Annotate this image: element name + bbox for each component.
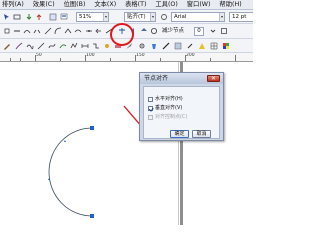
select-tool-icon[interactable] — [3, 13, 11, 21]
font-name-value: Arial — [174, 14, 187, 20]
color-palette-icon[interactable] — [222, 42, 230, 50]
snap-to-value: 贴齐(T) — [127, 14, 146, 20]
curve-smoothness-field[interactable]: 0 — [194, 27, 204, 36]
convert-to-line-icon[interactable] — [44, 27, 52, 35]
shape-tool-icon[interactable] — [13, 13, 21, 21]
menu-text[interactable]: 文本(X) — [92, 0, 118, 9]
ruler-tick — [135, 55, 136, 61]
select-all-nodes-icon[interactable] — [220, 27, 228, 35]
font-list-combo[interactable]: Arial — [171, 12, 225, 22]
menu-bitmaps[interactable]: 位图(B) — [62, 0, 88, 9]
align-horizontal-label: 水平对齐(H) — [155, 96, 183, 102]
reduce-nodes-label: 减少节点 — [162, 28, 185, 34]
add-node-icon[interactable] — [3, 27, 11, 35]
menu-table[interactable]: 表格(T) — [123, 0, 148, 9]
zoom-level-combo[interactable]: 51% — [76, 12, 109, 22]
elastic-mode-icon[interactable] — [150, 27, 158, 35]
align-control-points-checkbox — [148, 115, 153, 120]
application-launcher-icon[interactable] — [49, 13, 57, 21]
delete-node-icon[interactable] — [13, 27, 21, 35]
dialog-title: 节点对齐 — [144, 75, 169, 82]
convert-to-curve-icon[interactable] — [54, 27, 62, 35]
ruler-tick — [20, 58, 21, 61]
cusp-node-icon[interactable] — [64, 27, 72, 35]
connector-icon[interactable] — [92, 42, 100, 50]
annotation-highlight-circle — [110, 23, 134, 46]
ruler-tick — [235, 55, 236, 61]
menu-effects[interactable]: 效果(C) — [31, 0, 57, 9]
dialog-body: 水平对齐(H) 垂直对齐(V) 对齐控制点(C) 确定 取消 — [143, 86, 220, 139]
outline-pen-icon[interactable] — [162, 42, 170, 50]
join-nodes-icon[interactable] — [23, 27, 31, 35]
font-size-combo[interactable]: 12 pt — [229, 12, 253, 22]
ruler-tick — [160, 58, 161, 61]
align-nodes-dialog: 节点对齐 ✕ 水平对齐(H) 垂直对齐(V) 对齐控制点(C) 确定 取消 — [139, 72, 224, 141]
pen-icon[interactable] — [3, 42, 11, 50]
ruler-label: 100 — [86, 53, 95, 58]
close-icon[interactable]: ✕ — [207, 75, 220, 82]
ruler-tick — [35, 55, 36, 61]
reverse-direction-icon[interactable] — [95, 27, 103, 35]
menu-bar: 排列(A) 效果(C) 位图(B) 文本(X) 表格(T) 工具(O) 窗口(W… — [0, 0, 253, 10]
import-icon[interactable] — [25, 13, 33, 21]
chevron-down-icon[interactable] — [219, 13, 224, 21]
options-icon[interactable] — [160, 13, 168, 21]
menu-arrange[interactable]: 排列(A) — [0, 0, 26, 9]
smart-drawing-icon[interactable] — [103, 42, 111, 50]
ruler-label: 150 — [136, 53, 145, 58]
transparency-icon[interactable] — [174, 42, 182, 50]
ruler-tick — [60, 58, 61, 61]
ruler-label: 50 — [36, 53, 42, 58]
reflect-vertical-icon[interactable] — [140, 27, 148, 35]
bezier-icon[interactable] — [48, 42, 56, 50]
ruler-tick — [10, 58, 11, 61]
curve-node-bottom[interactable] — [90, 214, 94, 218]
horizontal-ruler: 50 100 150 200 — [0, 53, 253, 62]
ruler-label: 200 — [186, 53, 195, 58]
align-vertical-label: 垂直对齐(V) — [155, 105, 183, 111]
ruler-tick — [110, 58, 111, 61]
menu-help[interactable]: 帮助(H) — [217, 0, 243, 9]
fill-icon[interactable] — [150, 42, 158, 50]
settings-gear-icon[interactable] — [138, 42, 146, 50]
ruler-tick — [210, 58, 211, 61]
break-curve-icon[interactable] — [33, 27, 41, 35]
brush-icon[interactable] — [15, 42, 23, 50]
interactive-fill-icon[interactable] — [198, 42, 206, 50]
align-vertical-checkbox[interactable] — [148, 106, 153, 111]
curve-node-top[interactable] — [90, 126, 94, 130]
welcome-screen-icon[interactable] — [60, 13, 68, 21]
align-horizontal-checkbox[interactable] — [148, 97, 153, 102]
dialog-title-bar[interactable]: 节点对齐 ✕ — [140, 73, 223, 84]
polyline-icon[interactable] — [70, 42, 78, 50]
menu-window[interactable]: 窗口(W) — [185, 0, 213, 9]
chevron-down-icon[interactable] — [103, 13, 108, 21]
eyedropper-icon[interactable] — [186, 42, 194, 50]
selected-arc-curve[interactable] — [48, 127, 93, 217]
snap-to-combo[interactable]: 贴齐(T) — [124, 12, 156, 22]
dimension-icon[interactable] — [81, 42, 89, 50]
cancel-button[interactable]: 取消 — [192, 130, 211, 138]
menu-tools[interactable]: 工具(O) — [153, 0, 179, 9]
align-control-points-label: 对齐控制点(C) — [155, 114, 188, 120]
direction-arrow-upper — [64, 140, 66, 142]
zoom-level-value: 51% — [79, 14, 92, 20]
ruler-tick — [185, 55, 186, 61]
symmetrical-node-icon[interactable] — [85, 27, 93, 35]
standard-toolbar: 51% 贴齐(T) Arial 12 pt — [0, 10, 253, 24]
ok-button[interactable]: 确定 — [170, 130, 189, 138]
line-tool-icon[interactable] — [37, 42, 45, 50]
font-size-value: 12 pt — [232, 14, 247, 20]
smooth-node-icon[interactable] — [74, 27, 82, 35]
export-icon[interactable] — [35, 13, 43, 21]
curve-arrow-icon[interactable] — [59, 42, 67, 50]
mesh-fill-icon[interactable] — [210, 42, 218, 50]
chevron-down-icon[interactable] — [150, 13, 155, 21]
chevron-down-icon[interactable] — [209, 27, 217, 35]
freehand-icon[interactable] — [26, 42, 34, 50]
ruler-tick — [85, 55, 86, 61]
